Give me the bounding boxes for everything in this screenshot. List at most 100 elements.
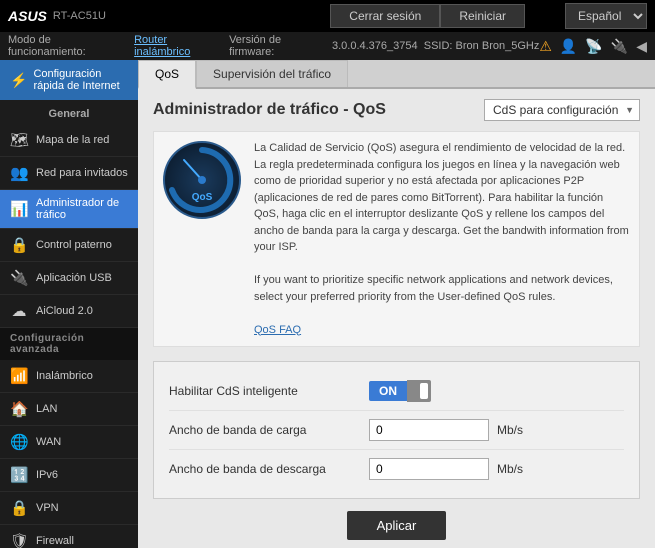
description-area: QoS La Calidad de Servicio (QoS) asegura…: [153, 131, 640, 347]
page-content: Administrador de tráfico - QoS CdS para …: [138, 89, 655, 548]
page-title-row: Administrador de tráfico - QoS CdS para …: [153, 99, 640, 121]
sidebar-item-label: WAN: [36, 436, 61, 448]
sidebar-item-label: Firewall: [36, 535, 74, 547]
sidebar-item-label: AiCloud 2.0: [36, 305, 93, 317]
tab-traffic-monitor[interactable]: Supervisión del tráfico: [196, 60, 348, 87]
config-select[interactable]: CdS para configuración: [484, 99, 640, 121]
ssid-value: Bron: [456, 40, 479, 52]
language-select[interactable]: Español: [565, 3, 647, 29]
firmware-label: Versión de firmware:: [229, 34, 329, 58]
description-paragraph: La Calidad de Servicio (QoS) asegura el …: [254, 140, 631, 256]
mode-label: Modo de funcionamiento:: [8, 34, 131, 58]
sidebar-item-label: LAN: [36, 403, 57, 415]
sidebar-general-title: General: [0, 100, 138, 124]
arrow-icon: ◀: [636, 38, 647, 55]
form-area: Habilitar CdS inteligente ON Ancho de ba…: [153, 361, 640, 499]
sidebar-item-label: VPN: [36, 502, 59, 514]
upload-unit: Mb/s: [497, 423, 523, 437]
sidebar-item-ipv6[interactable]: 🔢 IPv6: [0, 459, 138, 492]
download-unit: Mb/s: [497, 462, 523, 476]
upload-label: Ancho de banda de carga: [169, 423, 369, 437]
config-select-wrap: CdS para configuración: [484, 99, 640, 121]
download-input[interactable]: [369, 458, 489, 480]
sidebar-item-network-map[interactable]: 🗺 Mapa de la red: [0, 124, 138, 157]
sidebar: ⚡ Configuración rápida de Internet Gener…: [0, 60, 138, 548]
asus-logo: ASUS: [8, 8, 47, 24]
sidebar-item-usb-app[interactable]: 🔌 Aplicación USB: [0, 262, 138, 295]
sidebar-item-parental-control[interactable]: 🔒 Control paterno: [0, 229, 138, 262]
form-row-enable: Habilitar CdS inteligente ON: [169, 372, 624, 411]
info-icons: ⚠ 👤 📡 🔌 ◀: [539, 38, 647, 55]
firewall-icon: 🛡: [10, 532, 28, 548]
toggle-slider[interactable]: [407, 380, 431, 402]
aicloud-icon: ☁: [10, 302, 28, 320]
apply-row: Aplicar: [153, 499, 640, 544]
sidebar-item-wan[interactable]: 🌐 WAN: [0, 426, 138, 459]
quick-config-icon: ⚡: [10, 72, 27, 89]
ssid-5g-value: Bron_5GHz: [482, 40, 539, 52]
sidebar-quick-config[interactable]: ⚡ Configuración rápida de Internet: [0, 60, 138, 100]
sidebar-advanced-title: Configuración avanzada: [0, 328, 138, 360]
tab-qos[interactable]: QoS: [138, 60, 196, 89]
firmware-value: 3.0.0.4.376_3754: [332, 40, 418, 52]
toggle-switch[interactable]: ON: [369, 380, 431, 402]
qos-logo: QoS: [162, 140, 242, 220]
logo-area: ASUS RT-AC51U: [8, 8, 106, 24]
enable-qos-label: Habilitar CdS inteligente: [169, 384, 369, 398]
sidebar-item-vpn[interactable]: 🔒 VPN: [0, 492, 138, 525]
sidebar-item-label: Red para invitados: [36, 167, 128, 179]
network-map-icon: 🗺: [10, 131, 28, 149]
wireless-icon: 📶: [10, 367, 28, 385]
sidebar-item-traffic-manager[interactable]: 📊 Administrador de tráfico: [0, 190, 138, 229]
download-control: Mb/s: [369, 458, 523, 480]
upload-input[interactable]: [369, 419, 489, 441]
sidebar-item-firewall[interactable]: 🛡 Firewall: [0, 525, 138, 548]
sidebar-item-label: IPv6: [36, 469, 58, 481]
speedometer-svg: QoS: [162, 140, 242, 220]
apply-button[interactable]: Aplicar: [347, 511, 447, 540]
model-name: RT-AC51U: [53, 10, 106, 22]
toggle-on-label: ON: [369, 381, 407, 401]
sidebar-item-label: Mapa de la red: [36, 134, 109, 146]
tab-bar: QoS Supervisión del tráfico: [138, 60, 655, 89]
traffic-manager-icon: 📊: [10, 200, 28, 218]
svg-text:QoS: QoS: [192, 192, 213, 203]
usb-icon: 🔌: [611, 38, 628, 55]
quick-config-label: Configuración rápida de Internet: [33, 68, 128, 92]
sidebar-item-label: Administrador de tráfico: [36, 197, 128, 221]
warning-icon: ⚠: [539, 38, 552, 55]
ipv6-icon: 🔢: [10, 466, 28, 484]
wan-icon: 🌐: [10, 433, 28, 451]
network-icon: 📡: [585, 38, 602, 55]
description-text: La Calidad de Servicio (QoS) asegura el …: [254, 140, 631, 338]
form-row-upload: Ancho de banda de carga Mb/s: [169, 411, 624, 450]
qos-faq-link[interactable]: QoS FAQ: [254, 324, 301, 336]
sidebar-item-lan[interactable]: 🏠 LAN: [0, 393, 138, 426]
main-layout: ⚡ Configuración rápida de Internet Gener…: [0, 60, 655, 548]
content-area: QoS Supervisión del tráfico Administrado…: [138, 60, 655, 548]
reboot-button[interactable]: Reiniciar: [440, 4, 525, 28]
page-title: Administrador de tráfico - QoS: [153, 101, 386, 119]
parental-control-icon: 🔒: [10, 236, 28, 254]
vpn-icon: 🔒: [10, 499, 28, 517]
mode-value-link[interactable]: Router inalámbrico: [134, 34, 226, 58]
logout-button[interactable]: Cerrar sesión: [330, 4, 440, 28]
config-select-wrapper[interactable]: CdS para configuración: [484, 99, 640, 121]
header-buttons: Cerrar sesión Reiniciar: [330, 4, 525, 28]
user-icon: 👤: [560, 38, 577, 55]
sidebar-item-aicloud[interactable]: ☁ AiCloud 2.0: [0, 295, 138, 328]
download-label: Ancho de banda de descarga: [169, 462, 369, 476]
lan-icon: 🏠: [10, 400, 28, 418]
header: ASUS RT-AC51U Cerrar sesión Reiniciar Es…: [0, 0, 655, 32]
sidebar-item-label: Aplicación USB: [36, 272, 112, 284]
sidebar-item-wireless[interactable]: 📶 Inalámbrico: [0, 360, 138, 393]
description-extra: If you want to prioritize specific netwo…: [254, 272, 631, 305]
guest-network-icon: 👥: [10, 164, 28, 182]
sidebar-item-guest-network[interactable]: 👥 Red para invitados: [0, 157, 138, 190]
sidebar-item-label: Control paterno: [36, 239, 112, 251]
usb-app-icon: 🔌: [10, 269, 28, 287]
toggle-control[interactable]: ON: [369, 380, 431, 402]
info-bar: Modo de funcionamiento: Router inalámbri…: [0, 32, 655, 60]
upload-control: Mb/s: [369, 419, 523, 441]
sidebar-item-label: Inalámbrico: [36, 370, 93, 382]
